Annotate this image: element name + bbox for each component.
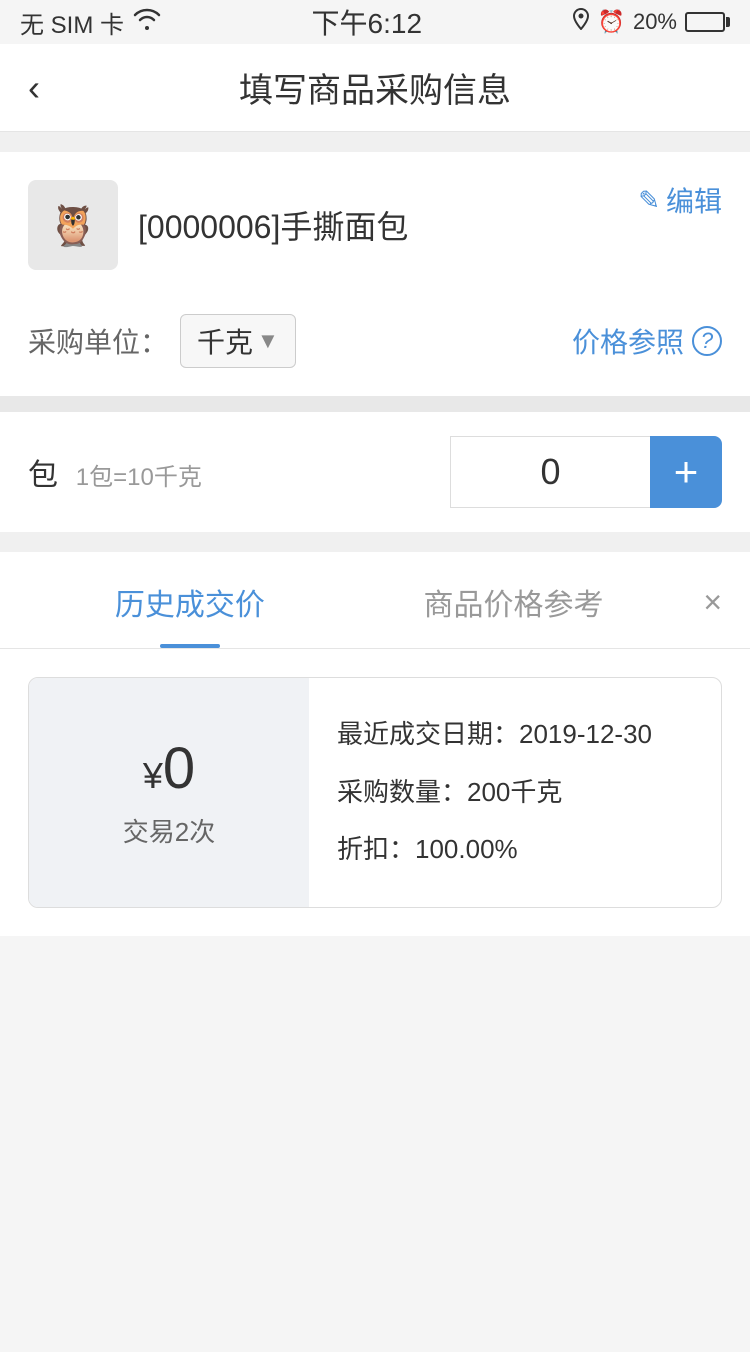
detail-date-row: 最近成交日期：2019-12-30 (337, 714, 693, 756)
tab-history-price[interactable]: 历史成交价 (28, 552, 352, 648)
product-thumbnail: 🦉 (28, 180, 118, 270)
page-title: 填写商品采购信息 (239, 63, 511, 112)
quantity-row: 包 1包=10千克 0 + (0, 412, 750, 532)
section-divider (0, 396, 750, 412)
detail-qty-value: 200千克 (467, 777, 562, 807)
quantity-input[interactable]: 0 (450, 436, 650, 508)
back-button[interactable]: ‹ (28, 67, 40, 109)
location-icon (572, 8, 590, 36)
product-unit-row: 采购单位： 千克 ▼ 价格参照 ? (28, 294, 722, 396)
card-section: ¥0 交易2次 最近成交日期：2019-12-30 采购数量：200千克 折扣：… (0, 649, 750, 936)
trade-count: 交易2次 (123, 812, 215, 849)
detail-discount-row: 折扣：100.00% (337, 829, 693, 871)
tabs-header: 历史成交价 商品价格参考 × (0, 552, 750, 649)
quantity-unit-label: 包 (28, 459, 58, 492)
price-amount: 0 (163, 736, 195, 801)
unit-selector-group: 采购单位： 千克 ▼ (28, 314, 296, 368)
status-time: 下午6:12 (312, 2, 423, 42)
product-left: 🦉 [0000006]手撕面包 (28, 180, 408, 270)
alarm-icon: ⏰ (598, 9, 625, 35)
unit-value: 千克 (197, 321, 253, 361)
carrier-text: 无 SIM 卡 (20, 5, 124, 40)
quantity-label-group: 包 1包=10千克 (28, 450, 202, 494)
chevron-down-icon: ▼ (257, 328, 279, 354)
card-left: ¥0 交易2次 (29, 678, 309, 907)
detail-discount-value: 100.00% (415, 834, 518, 864)
price-display: ¥0 (143, 735, 195, 802)
edit-label: 编辑 (666, 180, 722, 220)
unit-label: 采购单位： (28, 321, 168, 361)
status-bar: 无 SIM 卡 下午6:12 ⏰ 20% (0, 0, 750, 44)
status-left: 无 SIM 卡 (20, 5, 162, 40)
battery-percent: 20% (633, 9, 677, 35)
battery-icon (685, 12, 730, 32)
product-logo: 🦉 (48, 202, 98, 249)
product-header: 🦉 [0000006]手撕面包 ✎ 编辑 (28, 180, 722, 270)
quantity-sub-label: 1包=10千克 (76, 464, 202, 491)
currency-symbol: ¥ (143, 755, 163, 796)
detail-qty-label: 采购数量： (337, 777, 467, 807)
tab-price-reference[interactable]: 商品价格参考 (352, 552, 676, 648)
edit-button[interactable]: ✎ 编辑 (638, 180, 722, 220)
status-right: ⏰ 20% (572, 8, 730, 36)
quantity-controls: 0 + (450, 436, 722, 508)
detail-date-value: 2019-12-30 (519, 719, 652, 749)
product-section: 🦉 [0000006]手撕面包 ✎ 编辑 采购单位： 千克 ▼ 价格参照 ? (0, 152, 750, 396)
tab-close-button[interactable]: × (675, 556, 722, 645)
tabs-section: 历史成交价 商品价格参考 × ¥0 交易2次 最近成交日期：2019-12-30 (0, 552, 750, 936)
quantity-plus-button[interactable]: + (650, 436, 722, 508)
unit-select[interactable]: 千克 ▼ (180, 314, 296, 368)
help-icon: ? (692, 326, 722, 356)
main-content: 历史成交价 商品价格参考 × ¥0 交易2次 最近成交日期：2019-12-30 (0, 552, 750, 1352)
detail-qty-row: 采购数量：200千克 (337, 772, 693, 814)
price-card: ¥0 交易2次 最近成交日期：2019-12-30 采购数量：200千克 折扣：… (28, 677, 722, 908)
detail-date-label: 最近成交日期： (337, 719, 519, 749)
product-name: [0000006]手撕面包 (138, 202, 408, 248)
price-reference-button[interactable]: 价格参照 ? (572, 321, 722, 361)
nav-bar: ‹ 填写商品采购信息 (0, 44, 750, 132)
price-ref-label: 价格参照 (572, 321, 684, 361)
detail-discount-label: 折扣： (337, 834, 415, 864)
edit-icon: ✎ (638, 185, 660, 216)
wifi-icon (132, 8, 162, 37)
card-right: 最近成交日期：2019-12-30 采购数量：200千克 折扣：100.00% (309, 678, 721, 907)
